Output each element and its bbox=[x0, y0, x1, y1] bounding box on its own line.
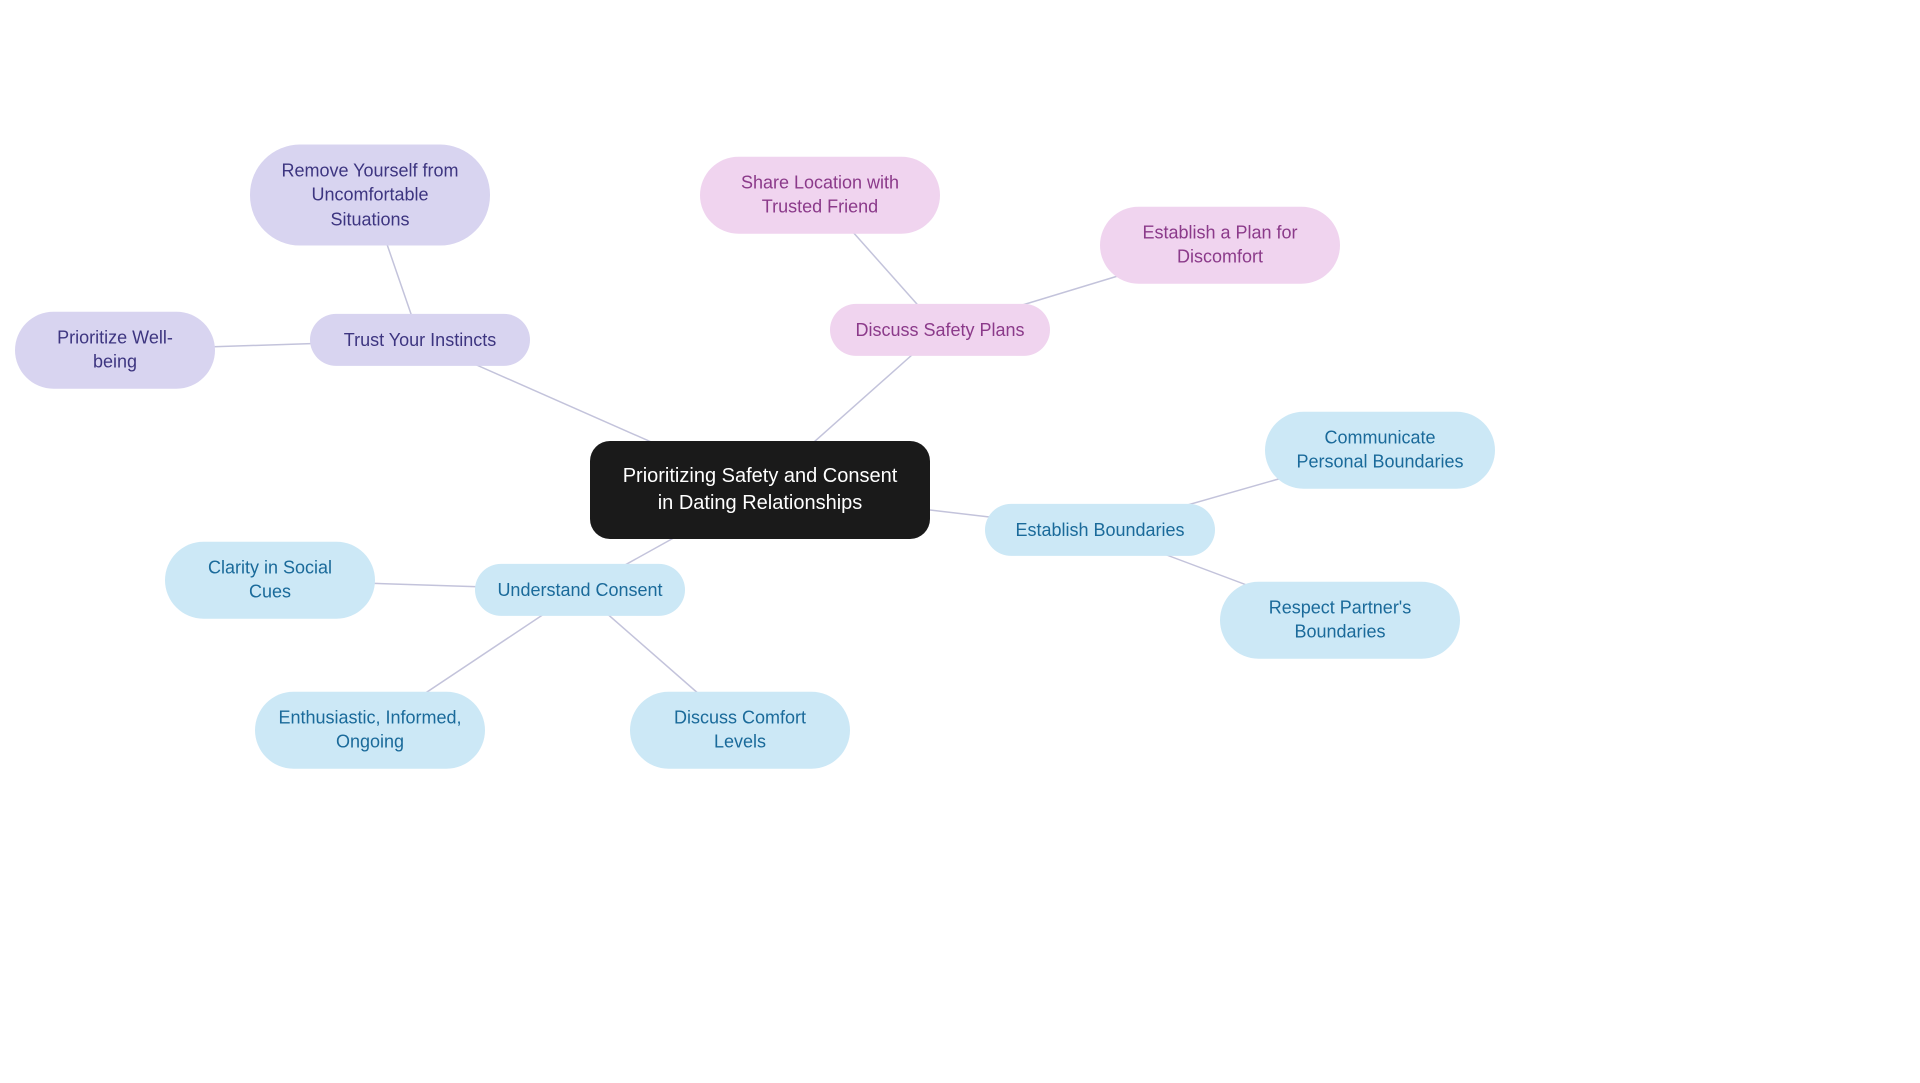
center-node: Prioritizing Safety and Consent in Datin… bbox=[590, 441, 930, 539]
node-discuss-safety: Discuss Safety Plans bbox=[830, 304, 1050, 356]
node-remove-yourself: Remove Yourself from Uncomfortable Situa… bbox=[250, 145, 490, 246]
node-establish-boundaries: Establish Boundaries bbox=[985, 504, 1215, 556]
node-discuss-comfort: Discuss Comfort Levels bbox=[630, 692, 850, 769]
node-enthusiastic: Enthusiastic, Informed, Ongoing bbox=[255, 692, 485, 769]
mind-map: Prioritizing Safety and Consent in Datin… bbox=[0, 0, 1920, 1083]
node-clarity-social: Clarity in Social Cues bbox=[165, 542, 375, 619]
node-trust-instincts: Trust Your Instincts bbox=[310, 314, 530, 366]
node-understand-consent: Understand Consent bbox=[475, 564, 685, 616]
node-prioritize-wellbeing: Prioritize Well-being bbox=[15, 312, 215, 389]
node-communicate-personal: Communicate Personal Boundaries bbox=[1265, 412, 1495, 489]
node-share-location: Share Location with Trusted Friend bbox=[700, 157, 940, 234]
node-establish-plan: Establish a Plan for Discomfort bbox=[1100, 207, 1340, 284]
node-respect-partner: Respect Partner's Boundaries bbox=[1220, 582, 1460, 659]
